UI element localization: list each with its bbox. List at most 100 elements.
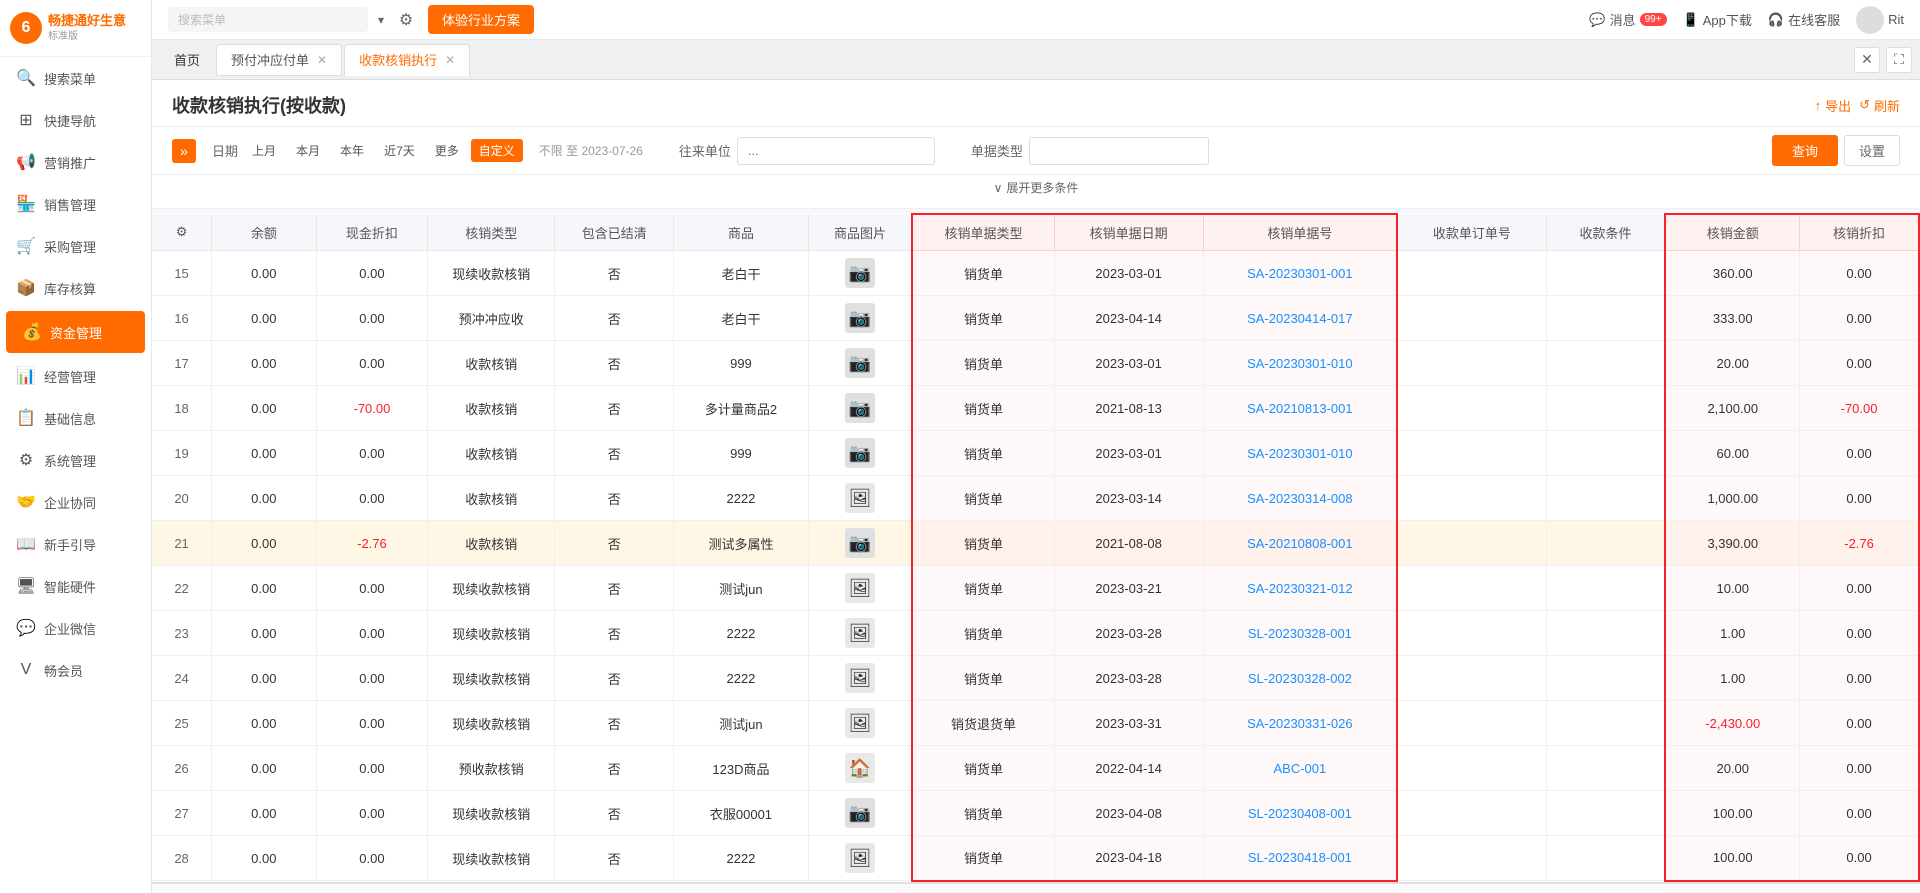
voucher-no-link[interactable]: SL-20230328-001 [1248,626,1352,641]
tab-receivable[interactable]: 收款核销执行 ✕ [344,44,470,76]
cell-voucher_no[interactable]: SL-20230328-002 [1203,656,1397,701]
tab-close-receivable[interactable]: ✕ [445,53,455,67]
sidebar-item-business[interactable]: 📊 经营管理 [0,355,151,397]
cell-voucher_no[interactable]: ABC-001 [1203,746,1397,791]
table-row: 190.000.00收款核销否999📷销货单2023-03-01SA-20230… [152,431,1919,476]
filter-counterpart-input[interactable] [737,137,935,165]
cell-voucher_date: 2023-03-21 [1054,566,1203,611]
voucher-no-link[interactable]: SA-20230321-012 [1247,581,1353,596]
cell-discount: 0.00 [1800,251,1919,296]
setting-button[interactable]: 设置 [1844,135,1900,166]
topbar-dropdown[interactable]: ▾ [378,13,384,27]
voucher-no-link[interactable]: SA-20230301-001 [1247,266,1353,281]
sidebar-item-system[interactable]: ⚙ 系统管理 [0,439,151,481]
cell-voucher_type: 销货退货单 [912,701,1054,746]
cell-voucher_no[interactable]: SA-20230301-010 [1203,341,1397,386]
cell-voucher_no[interactable]: SA-20210808-001 [1203,521,1397,566]
sidebar-item-search[interactable]: 🔍 搜索菜单 [0,57,151,99]
sidebar-item-guide[interactable]: 📖 新手引导 [0,523,151,565]
voucher-no-link[interactable]: SA-20230314-008 [1247,491,1353,506]
tabbar-close-btn[interactable]: ✕ [1854,47,1880,73]
sidebar-item-wechat[interactable]: 💬 企业微信 [0,607,151,649]
voucher-no-link[interactable]: SL-20230418-001 [1248,850,1352,865]
tab-home[interactable]: 首页 [160,44,214,76]
sidebar-item-enterprise[interactable]: 🤝 企业协同 [0,481,151,523]
cell-type: 预收款核销 [428,746,555,791]
cell-voucher_no[interactable]: SL-20230328-001 [1203,611,1397,656]
filter-this-month-btn[interactable]: 本月 [288,139,328,162]
filter-this-year-btn[interactable]: 本年 [332,139,372,162]
total-spacer [757,890,857,893]
voucher-no-link[interactable]: SL-20230328-002 [1248,671,1352,686]
filter-7days-btn[interactable]: 近7天 [376,139,423,162]
sidebar-item-quick-nav[interactable]: ⊞ 快捷导航 [0,99,151,141]
filter-voucher-type-select[interactable] [1029,137,1209,165]
expand-icon: ∨ [994,181,1003,195]
user-avatar [1856,6,1884,34]
voucher-no-link[interactable]: ABC-001 [1273,761,1326,776]
cell-voucher_no[interactable]: SA-20210813-001 [1203,386,1397,431]
sidebar-item-inventory[interactable]: 📦 库存核算 [0,267,151,309]
refresh-button[interactable]: ↺ 刷新 [1859,96,1900,115]
cell-type: 现续收款核销 [428,791,555,836]
cell-discount: -2.76 [1800,521,1919,566]
cell-voucher_type: 销货单 [912,296,1054,341]
sidebar-item-finance[interactable]: 💰 资金管理 [6,311,145,353]
filter-custom-btn[interactable]: 自定义 [471,139,523,162]
voucher-no-link[interactable]: SA-20230331-026 [1247,716,1353,731]
col-header-voucher_type: 核销单据类型 [912,214,1054,251]
cell-balance: 0.00 [212,701,316,746]
tab-close-prepay[interactable]: ✕ [317,53,327,67]
cell-voucher_no[interactable]: SA-20230414-017 [1203,296,1397,341]
table-row: 160.000.00预冲冲应收否老白干📷销货单2023-04-14SA-2023… [152,296,1919,341]
app-download-btn[interactable]: 📱 App下载 [1683,10,1752,29]
sidebar-item-label-search: 搜索菜单 [44,69,96,88]
tab-label-receivable: 收款核销执行 [359,50,437,69]
online-service-btn[interactable]: 🎧 在线客服 [1768,10,1840,29]
cell-voucher_no[interactable]: SA-20230321-012 [1203,566,1397,611]
cell-voucher_no[interactable]: SA-20230314-008 [1203,476,1397,521]
sidebar-item-purchase[interactable]: 🛒 采购管理 [0,225,151,267]
tabbar-expand-btn[interactable]: ⛶ [1886,47,1912,73]
voucher-no-link[interactable]: SA-20210808-001 [1247,536,1353,551]
filter-more-btn[interactable]: 更多 [427,139,467,162]
cell-amount: 60.00 [1665,431,1799,476]
sidebar-item-marketing[interactable]: 📢 营销推广 [0,141,151,183]
message-btn[interactable]: 💬 消息 99+ [1589,10,1666,29]
export-button[interactable]: ↑ 导出 [1815,96,1852,115]
filter-date-group: 日期 上月 本月 本年 近7天 更多 自定义 [212,139,523,162]
main-area: 搜索菜单 ▾ ⚙ 体验行业方案 💬 消息 99+ 📱 App下载 🎧 在线客服 [152,0,1920,893]
topbar-search-area[interactable]: 搜索菜单 [168,7,368,32]
cell-voucher_no[interactable]: SA-20230301-001 [1203,251,1397,296]
cell-receipt_condition [1546,791,1665,836]
filter-toggle-button[interactable]: » [172,139,196,163]
cell-voucher_date: 2023-04-14 [1054,296,1203,341]
table-row: 280.000.00现续收款核销否2222🖼销货单2023-04-18SL-20… [152,836,1919,881]
cell-voucher_date: 2021-08-08 [1054,521,1203,566]
cell-voucher_no[interactable]: SL-20230418-001 [1203,836,1397,881]
sidebar-item-member[interactable]: V 畅会员 [0,649,151,691]
sidebar-item-hardware[interactable]: 🖥 智能硬件 [0,565,151,607]
sidebar-item-basic[interactable]: 📋 基础信息 [0,397,151,439]
cell-goods_img: 📷 [808,296,912,341]
query-button[interactable]: 查询 [1772,135,1838,166]
solution-button[interactable]: 体验行业方案 [428,5,534,34]
user-area[interactable]: Rit [1856,6,1904,34]
voucher-no-link[interactable]: SA-20230414-017 [1247,311,1353,326]
voucher-no-link[interactable]: SA-20230301-010 [1247,356,1353,371]
filter-prev-month-btn[interactable]: 上月 [244,139,284,162]
voucher-no-link[interactable]: SL-20230408-001 [1248,806,1352,821]
expand-more-btn[interactable]: ∨ 展开更多条件 [982,175,1091,200]
tab-prepay[interactable]: 预付冲应付单✕ [216,44,342,76]
voucher-no-link[interactable]: SA-20210813-001 [1247,401,1353,416]
cell-voucher_no[interactable]: SA-20230301-010 [1203,431,1397,476]
cell-voucher_type: 销货单 [912,386,1054,431]
cell-voucher_no[interactable]: SA-20230331-026 [1203,701,1397,746]
voucher-no-link[interactable]: SA-20230301-010 [1247,446,1353,461]
cell-voucher_no[interactable]: SL-20230408-001 [1203,791,1397,836]
sidebar-item-label-quick-nav: 快捷导航 [44,111,96,130]
cell-balance: 0.00 [212,746,316,791]
topbar-gear-icon[interactable]: ⚙ [394,8,418,32]
sidebar-item-sales[interactable]: 🏪 销售管理 [0,183,151,225]
wechat-icon: 💬 [16,618,36,638]
